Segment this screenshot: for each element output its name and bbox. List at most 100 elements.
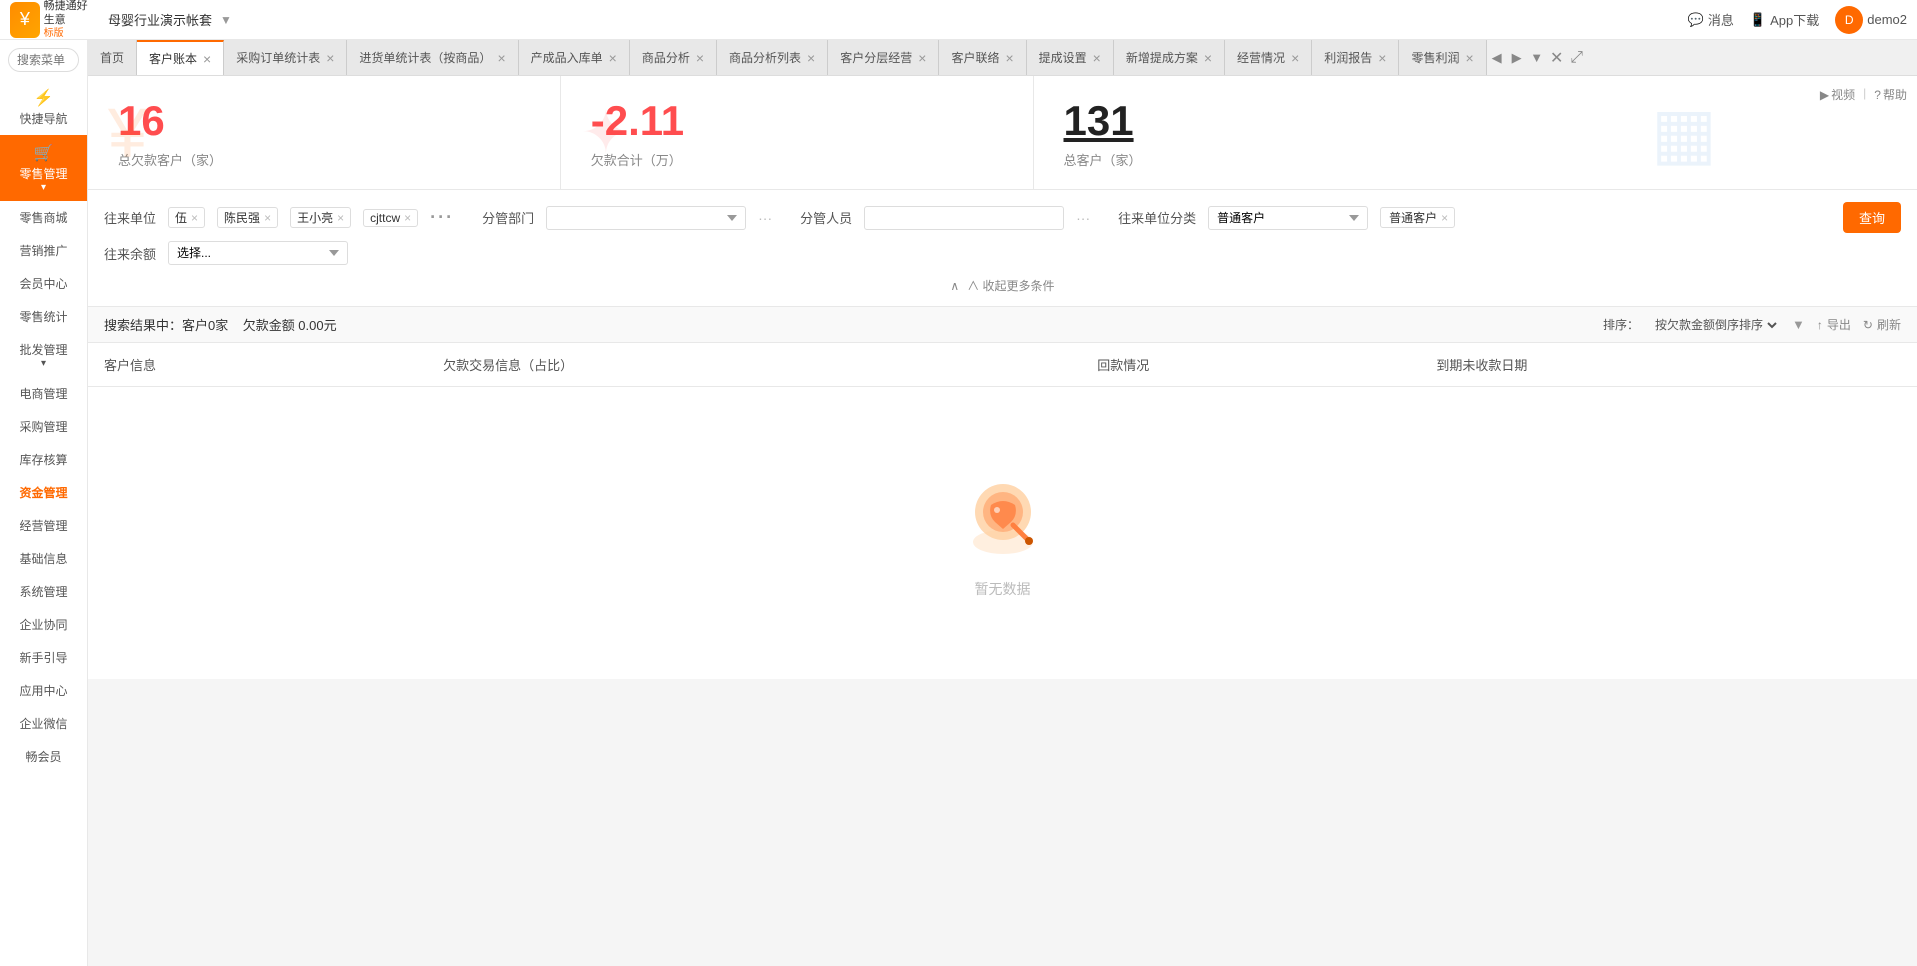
remove-tag-wu[interactable]: × [191, 211, 198, 225]
customer-type-tag: 普通客户 × [1380, 207, 1455, 228]
tab-customer-contact[interactable]: 客户联络 × [939, 40, 1026, 76]
app-download-button[interactable]: 📱 App下载 [1750, 10, 1819, 29]
sidebar-item-retail-mall[interactable]: 零售商城 [0, 201, 87, 234]
tab-home[interactable]: 首页 [88, 40, 137, 76]
dept-select[interactable] [546, 206, 746, 230]
account-selector[interactable]: 母婴行业演示帐套 ▼ [98, 10, 242, 29]
sidebar-item-inventory[interactable]: 库存核算 [0, 443, 87, 476]
sidebar-item-finance[interactable]: 资金管理 [0, 476, 87, 509]
tab-close-all[interactable]: ✕ [1547, 40, 1567, 76]
stats-row: ¥ 16 总欠款客户（家） ✦ -2.11 欠款合计（万） ▦ 131 总客 [88, 76, 1917, 190]
remove-customer-type[interactable]: × [1441, 211, 1448, 225]
user-profile[interactable]: D demo2 [1835, 6, 1907, 34]
tab-product-analysis[interactable]: 商品分析 × [630, 40, 717, 76]
collapse-button[interactable]: ∧ ∧ 收起更多条件 [950, 277, 1054, 294]
sidebar-item-enterprise-wechat[interactable]: 企业微信 [0, 707, 87, 740]
stat-help-area: ▶ 视频 | ? 帮助 [1820, 86, 1907, 103]
tab-product-stock[interactable]: 产成品入库单 × [519, 40, 630, 76]
tab-new-commission[interactable]: 新增提成方案 × [1114, 40, 1225, 76]
tab-close-icon[interactable]: × [326, 51, 334, 65]
tab-close-icon[interactable]: × [497, 51, 505, 65]
tab-close-icon[interactable]: × [203, 52, 211, 66]
tab-close-icon[interactable]: × [918, 51, 926, 65]
data-table-container: 客户信息 欠款交易信息（占比） 回款情况 到期未收款日期 [88, 343, 1917, 679]
person-selector[interactable] [864, 206, 1064, 230]
tab-purchase-order-stats[interactable]: 采购订单统计表 × [224, 40, 347, 76]
sidebar-item-retail-stats[interactable]: 零售统计 [0, 300, 87, 333]
stat-value-customers: 16 [118, 96, 530, 146]
category-selector[interactable]: 普通客户 [1208, 206, 1368, 230]
data-table: 客户信息 欠款交易信息（占比） 回款情况 到期未收款日期 [88, 343, 1917, 387]
tab-maximize[interactable]: ⤢ [1567, 40, 1587, 76]
tab-close-icon[interactable]: × [1204, 51, 1212, 65]
person-filter-label: 分管人员 [800, 208, 852, 227]
refresh-button[interactable]: ↻ 刷新 [1863, 316, 1901, 333]
tab-scroll-left[interactable]: ◀ [1487, 40, 1507, 76]
tab-customer-ledger[interactable]: 客户账本 × [137, 40, 224, 76]
tab-profit-report[interactable]: 利润报告 × [1312, 40, 1399, 76]
tab-close-icon[interactable]: × [1378, 51, 1386, 65]
remove-tag-cjttcw[interactable]: × [404, 211, 411, 225]
tab-retail-profit[interactable]: 零售利润 × [1399, 40, 1486, 76]
tab-close-icon[interactable]: × [1291, 51, 1299, 65]
stat-label-customers: 总欠款客户（家） [118, 150, 530, 169]
sidebar-item-marketing[interactable]: 营销推广 [0, 234, 87, 267]
video-link[interactable]: ▶ 视频 [1820, 86, 1855, 103]
sidebar-item-system[interactable]: 系统管理 [0, 575, 87, 608]
empty-illustration [953, 467, 1053, 567]
sidebar-item-ecommerce[interactable]: 电商管理 [0, 377, 87, 410]
tab-close-icon[interactable]: × [696, 51, 704, 65]
tab-customer-tier[interactable]: 客户分层经营 × [828, 40, 939, 76]
sidebar-item-new-guide[interactable]: 新手引导 [0, 641, 87, 674]
export-button[interactable]: ↑ 导出 [1817, 316, 1851, 333]
tab-product-analysis-list[interactable]: 商品分析列表 × [717, 40, 828, 76]
remove-tag-wang[interactable]: × [337, 211, 344, 225]
stat-card-total-customers: ▦ 131 总客户（家） ▶ 视频 | ? 帮助 [1034, 76, 1917, 189]
empty-state: 暂无数据 [88, 387, 1917, 679]
filter-area: 往来单位 伍 × 陈民强 × 王小亮 × [88, 190, 1917, 307]
tab-scroll-right[interactable]: ▶ [1507, 40, 1527, 76]
balance-selector[interactable]: 选择... [168, 241, 348, 265]
search-input[interactable] [8, 48, 79, 72]
remove-tag-chen[interactable]: × [264, 211, 271, 225]
download-icon: 📱 [1750, 12, 1766, 28]
more-units-button[interactable]: ··· [430, 207, 454, 228]
sort-label: 排序： [1603, 316, 1639, 333]
sidebar-item-member-center[interactable]: 会员中心 [0, 267, 87, 300]
stat-bg-icon-3: ▦ [1651, 92, 1717, 174]
sidebar-item-purchase[interactable]: 采购管理 [0, 410, 87, 443]
sidebar-item-vip[interactable]: 畅会员 [0, 740, 87, 773]
dept-more-icon[interactable]: ··· [758, 210, 772, 226]
sidebar-item-wholesale[interactable]: 批发管理 ▾ [0, 333, 87, 377]
query-button[interactable]: 查询 [1843, 202, 1901, 233]
tab-close-icon[interactable]: × [609, 51, 617, 65]
stat-card-debt: ✦ -2.11 欠款合计（万） [561, 76, 1034, 189]
sidebar-item-quick-nav[interactable]: ⚡ 快捷导航 [0, 80, 87, 135]
empty-icon-svg [953, 467, 1053, 567]
col-customer-info: 客户信息 [88, 343, 427, 387]
sidebar-item-app-center[interactable]: 应用中心 [0, 674, 87, 707]
tab-menu[interactable]: ▼ [1527, 40, 1547, 76]
sidebar-item-basic-info[interactable]: 基础信息 [0, 542, 87, 575]
balance-select[interactable]: 选择... [168, 241, 348, 265]
tab-close-icon[interactable]: × [1093, 51, 1101, 65]
tab-close-icon[interactable]: × [1465, 51, 1473, 65]
sort-select[interactable]: 按欠款金额倒序排序 [1651, 317, 1780, 333]
person-more-icon[interactable]: ··· [1076, 210, 1090, 226]
person-input[interactable] [864, 206, 1064, 230]
help-link[interactable]: ? 帮助 [1874, 86, 1907, 103]
tab-close-icon[interactable]: × [1005, 51, 1013, 65]
unit-tag-chen: 陈民强 × [217, 207, 278, 228]
sidebar-item-retail[interactable]: 🛒 零售管理 ▾ [0, 135, 87, 201]
tab-close-icon[interactable]: × [807, 51, 815, 65]
tab-commission-settings[interactable]: 提成设置 × [1027, 40, 1114, 76]
refresh-icon: ↻ [1863, 318, 1873, 332]
tab-purchase-stats-by-product[interactable]: 进货单统计表（按商品） × [347, 40, 518, 76]
dept-selector[interactable] [546, 206, 746, 230]
category-select[interactable]: 普通客户 [1208, 206, 1368, 230]
collapse-icon: ∧ [950, 279, 959, 293]
sidebar-item-operations[interactable]: 经营管理 [0, 509, 87, 542]
sidebar-item-enterprise-collab[interactable]: 企业协同 [0, 608, 87, 641]
message-button[interactable]: 💬 消息 [1688, 10, 1734, 29]
tab-operations[interactable]: 经营情况 × [1225, 40, 1312, 76]
